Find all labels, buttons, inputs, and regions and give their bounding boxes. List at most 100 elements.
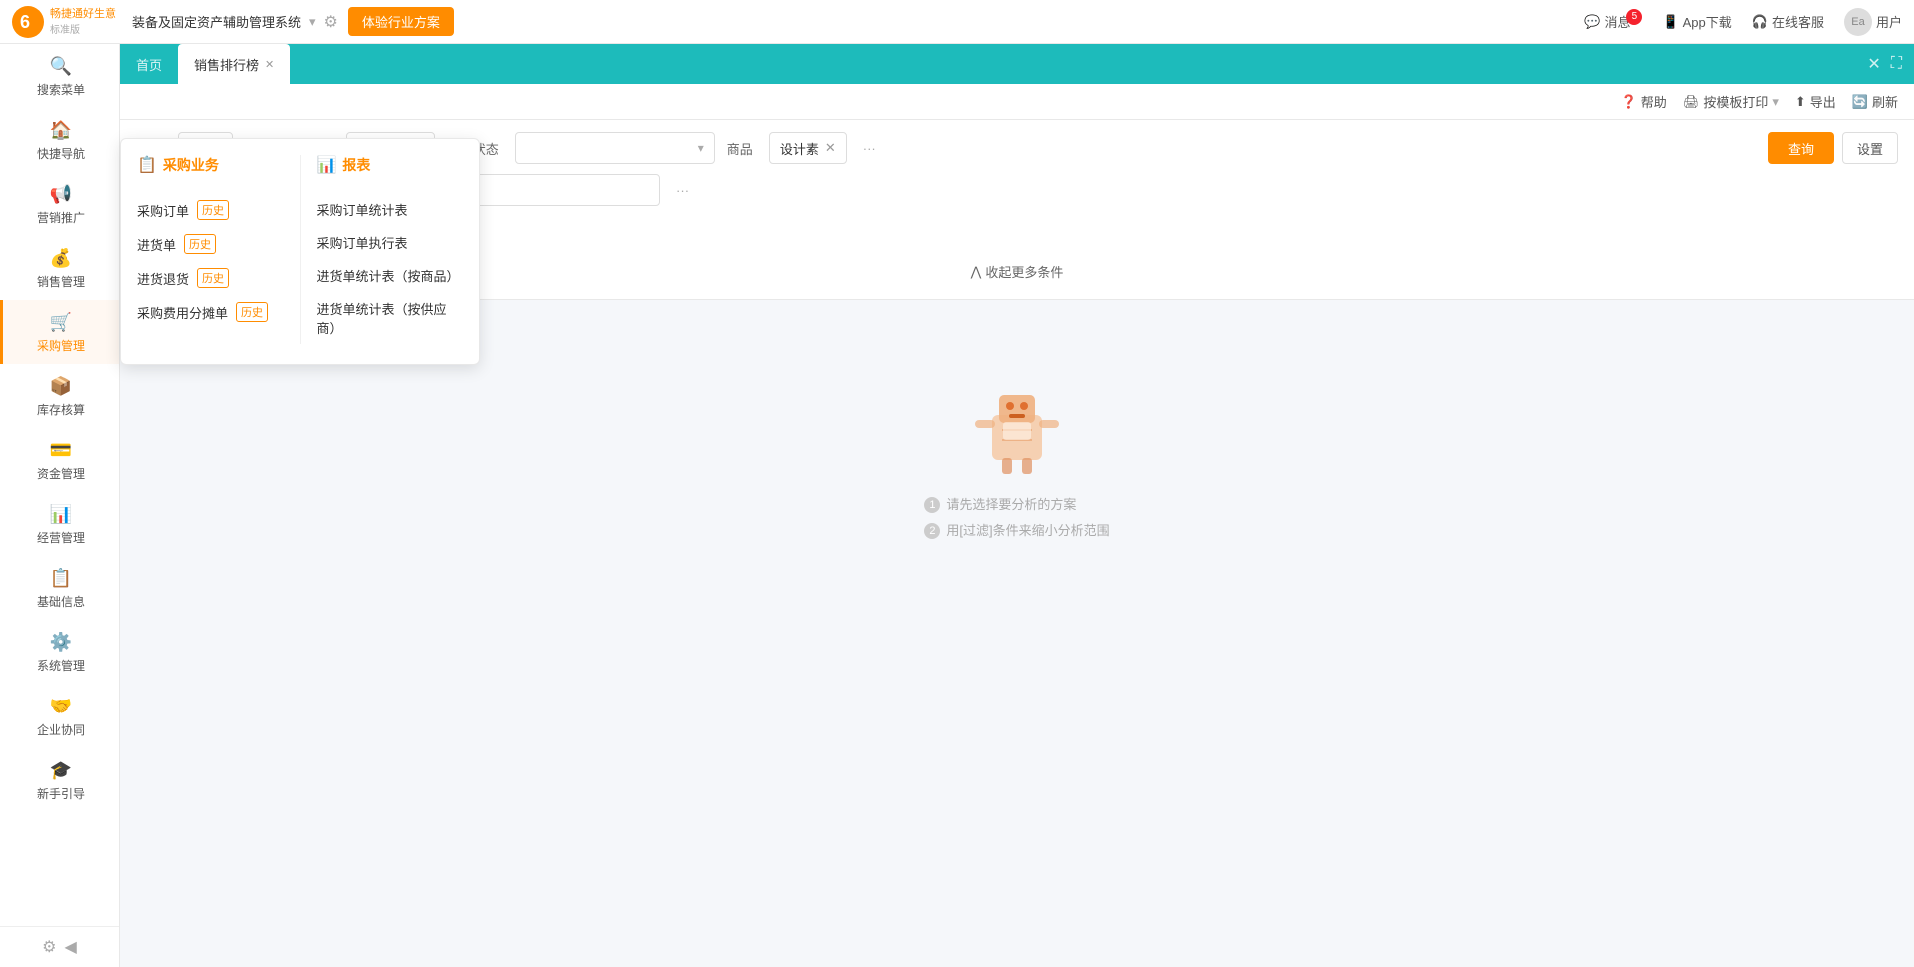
message-btn[interactable]: 💬 消息 5: [1584, 12, 1642, 31]
headset-icon: 🎧: [1752, 14, 1768, 30]
product-more-icon[interactable]: ···: [863, 141, 876, 156]
sidebar-item-sales[interactable]: 💰 销售管理: [0, 236, 119, 300]
product-tag[interactable]: 设计素 ✕: [769, 132, 847, 164]
sidebar-item-label: 库存核算: [37, 401, 85, 418]
product-tag-close-icon[interactable]: ✕: [825, 140, 836, 156]
empty-illustration: [957, 380, 1077, 480]
print-dropdown-icon[interactable]: ▾: [1772, 94, 1779, 110]
sidebar-collapse-btn[interactable]: ◀: [65, 937, 77, 957]
dropdown-item-inbound-by-product[interactable]: 进货单统计表（按商品）: [317, 259, 464, 292]
system-title: 装备及固定资产辅助管理系统 ▾ ⚙: [132, 12, 338, 32]
status-chevron-icon: ▾: [698, 141, 704, 155]
dropdown-item-order-exec[interactable]: 采购订单执行表: [317, 226, 464, 259]
dropdown-col-report-header: 📊 报表: [317, 155, 464, 181]
card-icon: 💳: [50, 440, 72, 461]
sidebar: 🔍 搜索菜单 🏠 快捷导航 📢 营销推广 💰 销售管理 🛒 采购管理 📦 库存核…: [0, 44, 120, 967]
product-section: 商品 设计素 ✕ ···: [727, 132, 876, 164]
megaphone-icon: 📢: [50, 184, 72, 205]
logo-area: 6 畅捷通好生意 标准版: [12, 6, 132, 38]
search-btn[interactable]: 查询: [1768, 132, 1834, 164]
message-badge: 5: [1626, 9, 1642, 25]
sidebar-bottom: ⚙ ◀: [0, 926, 119, 967]
status-section: 单据状态 ▾: [447, 132, 715, 164]
graduate-icon: 🎓: [50, 760, 72, 781]
sidebar-item-label: 新手引导: [37, 785, 85, 802]
sidebar-settings-btn[interactable]: ⚙: [42, 937, 56, 957]
status-dropdown[interactable]: ▾: [515, 132, 715, 164]
dropdown-item-inbound-by-supplier[interactable]: 进货单统计表（按供应商）: [317, 292, 464, 344]
home-icon: 🏠: [50, 120, 72, 141]
sidebar-item-basic-info[interactable]: 📋 基础信息: [0, 556, 119, 620]
sidebar-item-label: 资金管理: [37, 465, 85, 482]
sidebar-item-label: 销售管理: [37, 273, 85, 290]
box-icon: 📦: [50, 376, 72, 397]
hist-badge: 历史: [236, 302, 268, 322]
dropdown-item-inbound[interactable]: 进货单 历史: [137, 227, 284, 261]
tab-bar: 首页 销售排行榜 ✕ ✕ ⛶: [120, 44, 1914, 84]
dropdown-item-order-summary[interactable]: 采购订单统计表: [317, 193, 464, 226]
business-header-icon: 📋: [137, 155, 157, 175]
collapse-up-icon: ⋀: [971, 264, 982, 280]
tab-close-icon[interactable]: ✕: [265, 58, 274, 71]
product-label: 商品: [727, 139, 753, 158]
dropdown-item-purchase-order[interactable]: 采购订单 历史: [137, 193, 284, 227]
sidebar-item-operations[interactable]: 📊 经营管理: [0, 492, 119, 556]
sidebar-item-label: 搜索菜单: [37, 81, 85, 98]
message-icon: 💬: [1584, 14, 1600, 30]
salesperson-dropdown[interactable]: [460, 174, 660, 206]
sidebar-item-finance[interactable]: 💳 资金管理: [0, 428, 119, 492]
empty-hint-2: 2 用[过滤]条件来缩小分析范围: [924, 518, 1109, 544]
dropdown-item-expense[interactable]: 采购费用分摊单 历史: [137, 295, 284, 329]
svg-text:6: 6: [20, 12, 30, 32]
logo-text: 畅捷通好生意: [50, 7, 116, 21]
sidebar-item-marketing[interactable]: 📢 营销推广: [0, 172, 119, 236]
refresh-btn[interactable]: 🔄 刷新: [1852, 92, 1898, 111]
sidebar-item-enterprise[interactable]: 🤝 企业协同: [0, 684, 119, 748]
app-download-btn[interactable]: 📱 App下载: [1662, 12, 1731, 31]
logo-icon: 6: [12, 6, 44, 38]
avatar: Ea: [1844, 8, 1872, 36]
gear-icon: ⚙️: [50, 632, 72, 653]
empty-hint-1: 1 请先选择要分析的方案: [924, 492, 1109, 518]
report-header-icon: 📊: [317, 155, 337, 175]
sidebar-item-search[interactable]: 🔍 搜索菜单: [0, 44, 119, 108]
sidebar-item-nav[interactable]: 🏠 快捷导航: [0, 108, 119, 172]
tab-sales-ranking[interactable]: 销售排行榜 ✕: [178, 44, 290, 84]
dropdown-item-return[interactable]: 进货退货 历史: [137, 261, 284, 295]
sidebar-item-system[interactable]: ⚙️ 系统管理: [0, 620, 119, 684]
handshake-icon: 🤝: [50, 696, 72, 717]
page-toolbar: ❓ 帮助 🖨 按模板打印 ▾ ⬆ 导出 🔄 刷新: [120, 84, 1914, 120]
tab-bar-actions: ✕ ⛶: [1863, 50, 1914, 78]
help-btn[interactable]: ❓ 帮助: [1621, 92, 1667, 111]
export-btn[interactable]: ⬆ 导出: [1795, 92, 1836, 111]
online-service-btn[interactable]: 🎧 在线客服: [1752, 12, 1824, 31]
sidebar-item-label: 企业协同: [37, 721, 85, 738]
collapse-btn[interactable]: ⋀ 收起更多条件: [971, 262, 1064, 281]
tab-expand-icon[interactable]: ⛶: [1887, 51, 1906, 77]
tab-close-all-icon[interactable]: ✕: [1863, 50, 1884, 78]
tab-home[interactable]: 首页: [120, 44, 178, 84]
dropdown-col-report: 📊 报表 采购订单统计表 采购订单执行表 进货单统计表（按商品） 进货单统计表（…: [301, 155, 480, 344]
sidebar-item-label: 经营管理: [37, 529, 85, 546]
industry-btn[interactable]: 体验行业方案: [348, 7, 454, 36]
refresh-icon: 🔄: [1852, 94, 1868, 110]
sidebar-item-label: 基础信息: [37, 593, 85, 610]
sidebar-item-inventory[interactable]: 📦 库存核算: [0, 364, 119, 428]
dropdown-arrow-icon[interactable]: ▾: [309, 14, 316, 30]
setting-btn[interactable]: 设置: [1842, 132, 1898, 164]
sidebar-item-guide[interactable]: 🎓 新手引导: [0, 748, 119, 812]
sidebar-item-label: 营销推广: [37, 209, 85, 226]
clipboard-icon: 📋: [50, 568, 72, 589]
hist-badge: 历史: [197, 200, 229, 220]
print-btn[interactable]: 🖨 按模板打印 ▾: [1683, 92, 1779, 111]
sidebar-item-purchase[interactable]: 🛒 采购管理: [0, 300, 119, 364]
sidebar-item-label: 采购管理: [37, 337, 85, 354]
user-menu-btn[interactable]: Ea 用户: [1844, 8, 1902, 36]
dropdown-col-business-header: 📋 采购业务: [137, 155, 284, 181]
hist-badge: 历史: [184, 234, 216, 254]
print-icon: 🖨: [1683, 94, 1700, 110]
help-icon: ❓: [1621, 94, 1637, 110]
settings-icon[interactable]: ⚙: [324, 12, 338, 32]
salesperson-more-icon[interactable]: ···: [676, 183, 689, 198]
phone-icon: 📱: [1662, 14, 1678, 30]
